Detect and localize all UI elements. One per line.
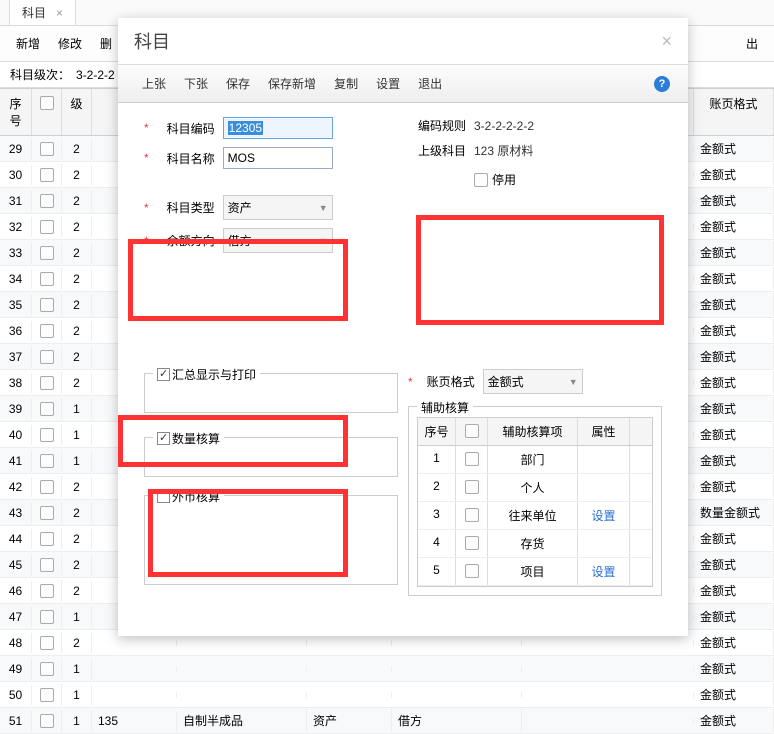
- dir-label: 余额方向: [153, 232, 215, 249]
- checkbox[interactable]: [465, 536, 479, 550]
- close-icon[interactable]: ×: [661, 31, 672, 52]
- col-chk: [32, 89, 62, 135]
- checkbox[interactable]: [40, 688, 54, 702]
- aux-row: 1部门: [418, 446, 652, 474]
- checkbox[interactable]: [40, 558, 54, 572]
- parent-value: 123 原材料: [474, 142, 533, 159]
- export-button[interactable]: 出: [740, 32, 764, 55]
- checkbox[interactable]: [40, 454, 54, 468]
- edit-button[interactable]: 修改: [52, 32, 88, 55]
- chevron-down-icon: ▼: [319, 203, 328, 213]
- name-input[interactable]: MOS: [223, 147, 333, 169]
- checkbox[interactable]: [40, 272, 54, 286]
- type-label: 科目类型: [153, 199, 215, 216]
- checkbox[interactable]: [40, 402, 54, 416]
- settings-link[interactable]: 设置: [591, 509, 615, 523]
- save-new-button[interactable]: 保存新增: [262, 71, 322, 96]
- rule-label: 编码规则: [408, 117, 466, 134]
- close-icon[interactable]: ×: [56, 6, 63, 20]
- aux-col-seq: 序号: [418, 418, 456, 445]
- col-level: 级: [62, 89, 92, 135]
- qty-checkbox[interactable]: [157, 432, 170, 445]
- tab-subject[interactable]: 科目 ×: [10, 0, 76, 25]
- aux-row: 3往来单位设置: [418, 502, 652, 530]
- disable-checkbox[interactable]: 停用: [474, 171, 516, 188]
- fmt-select[interactable]: 金额式▼: [483, 369, 583, 394]
- checkbox[interactable]: [465, 480, 479, 494]
- currency-checkbox[interactable]: [157, 490, 170, 503]
- subject-modal: 科目 × 上张 下张 保存 保存新增 复制 设置 退出 ? *科目编码 1230…: [118, 18, 688, 636]
- col-fmt: 账页格式: [694, 89, 774, 135]
- checkbox[interactable]: [40, 350, 54, 364]
- summary-checkbox[interactable]: [157, 368, 170, 381]
- checkbox[interactable]: [40, 506, 54, 520]
- checkbox[interactable]: [465, 452, 479, 466]
- code-input[interactable]: 12305: [223, 117, 333, 139]
- checkbox[interactable]: [40, 168, 54, 182]
- table-row[interactable]: 501金额式: [0, 682, 774, 708]
- modal-title: 科目: [134, 28, 170, 54]
- checkbox[interactable]: [40, 662, 54, 676]
- qty-group: 数量核算: [144, 437, 398, 477]
- prev-button[interactable]: 上张: [136, 71, 172, 96]
- checkbox[interactable]: [40, 532, 54, 546]
- checkbox[interactable]: [40, 220, 54, 234]
- checkbox[interactable]: [40, 194, 54, 208]
- save-button[interactable]: 保存: [220, 71, 256, 96]
- aux-col-item: 辅助核算项: [488, 418, 578, 445]
- settings-link[interactable]: 设置: [591, 565, 615, 579]
- modal-toolbar: 上张 下张 保存 保存新增 复制 设置 退出 ?: [118, 64, 688, 103]
- aux-group: 辅助核算 序号 辅助核算项 属性 1部门2个人3往来单位设置4存货5项目设置: [408, 406, 662, 596]
- delete-button[interactable]: 删: [94, 32, 118, 55]
- next-button[interactable]: 下张: [178, 71, 214, 96]
- name-label: 科目名称: [153, 150, 215, 167]
- rule-value: 3-2-2-2-2-2: [474, 119, 534, 133]
- checkbox[interactable]: [40, 584, 54, 598]
- tab-label: 科目: [22, 4, 46, 21]
- parent-label: 上级科目: [408, 142, 466, 159]
- exit-button[interactable]: 退出: [412, 71, 448, 96]
- currency-group: 外币核算: [144, 495, 398, 585]
- code-label: 科目编码: [153, 120, 215, 137]
- table-row[interactable]: 491金额式: [0, 656, 774, 682]
- checkbox[interactable]: [40, 246, 54, 260]
- chevron-down-icon: ▼: [319, 236, 328, 246]
- checkbox[interactable]: [40, 324, 54, 338]
- aux-row: 5项目设置: [418, 558, 652, 586]
- aux-col-chk: [456, 418, 488, 445]
- settings-button[interactable]: 设置: [370, 71, 406, 96]
- checkbox[interactable]: [40, 96, 54, 110]
- add-button[interactable]: 新增: [10, 32, 46, 55]
- chevron-down-icon: ▼: [569, 377, 578, 387]
- aux-table: 序号 辅助核算项 属性 1部门2个人3往来单位设置4存货5项目设置: [417, 417, 653, 587]
- type-select[interactable]: 资产▼: [223, 195, 333, 220]
- checkbox[interactable]: [40, 142, 54, 156]
- aux-col-attr: 属性: [578, 418, 630, 445]
- checkbox[interactable]: [40, 298, 54, 312]
- checkbox[interactable]: [40, 610, 54, 624]
- dir-select[interactable]: 借方▼: [223, 228, 333, 253]
- col-seq: 序号: [0, 89, 32, 135]
- aux-row: 2个人: [418, 474, 652, 502]
- help-icon[interactable]: ?: [654, 76, 670, 92]
- checkbox[interactable]: [40, 714, 54, 728]
- checkbox[interactable]: [465, 564, 479, 578]
- checkbox[interactable]: [40, 636, 54, 650]
- fmt-label: 账页格式: [417, 373, 475, 390]
- summary-group: 汇总显示与打印: [144, 373, 398, 413]
- checkbox[interactable]: [40, 376, 54, 390]
- filter-value: 3-2-2-2: [76, 68, 115, 82]
- checkbox[interactable]: [40, 480, 54, 494]
- filter-label: 科目级次：: [10, 66, 70, 83]
- copy-button[interactable]: 复制: [328, 71, 364, 96]
- aux-row: 4存货: [418, 530, 652, 558]
- checkbox[interactable]: [40, 428, 54, 442]
- table-row[interactable]: 511135自制半成品资产借方金额式: [0, 708, 774, 734]
- checkbox[interactable]: [465, 508, 479, 522]
